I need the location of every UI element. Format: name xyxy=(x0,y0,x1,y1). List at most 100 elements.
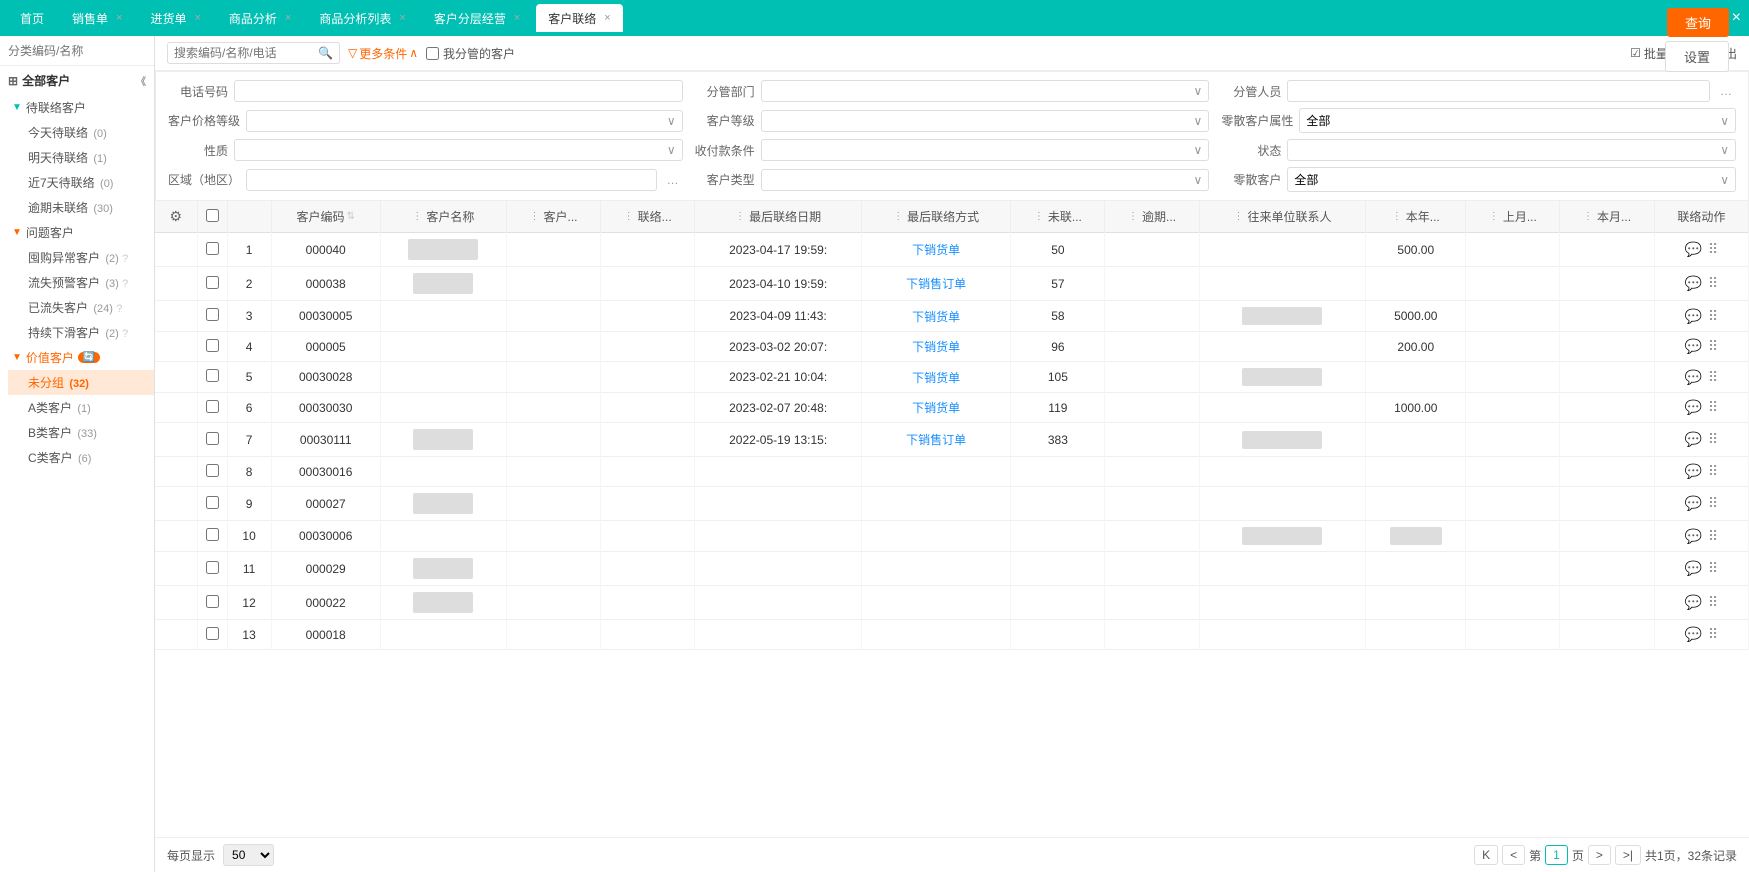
row-checkbox[interactable] xyxy=(206,400,219,413)
sidebar-item-overdue[interactable]: 逾期未联络 (30) xyxy=(8,195,154,220)
more-icon[interactable]: ⠿ xyxy=(1708,495,1718,512)
prev-page-btn[interactable]: < xyxy=(1502,845,1525,865)
more-icon[interactable]: ⠿ xyxy=(1708,399,1718,416)
col-last-date[interactable]: ⋮最后联络日期 xyxy=(695,201,862,233)
more-icon[interactable]: ⠿ xyxy=(1708,275,1718,292)
row-checkbox[interactable] xyxy=(206,339,219,352)
tab-analysis-close[interactable]: × xyxy=(285,12,291,24)
contact-way-link[interactable]: 下销货单 xyxy=(912,243,960,257)
tab-purchase[interactable]: 进货单 × xyxy=(138,4,212,32)
contact-way-link[interactable]: 下销货单 xyxy=(912,340,960,354)
more-icon[interactable]: ⠿ xyxy=(1708,626,1718,643)
row-checkbox[interactable] xyxy=(206,595,219,608)
more-icon[interactable]: ⠿ xyxy=(1708,369,1718,386)
col-last-way[interactable]: ⋮最后联络方式 xyxy=(862,201,1011,233)
sidebar-item-7days[interactable]: 近7天待联络 (0) xyxy=(8,170,154,195)
contact-way-link[interactable]: 下销货单 xyxy=(912,310,960,324)
sidebar-item-abnormal[interactable]: 囤购异常客户 (2) ? xyxy=(8,245,154,270)
col-name[interactable]: ⋮客户名称 xyxy=(380,201,506,233)
row-checkbox[interactable] xyxy=(206,528,219,541)
message-icon[interactable]: 💬 xyxy=(1684,369,1701,386)
filter-search-icon[interactable]: 🔍 xyxy=(318,46,333,60)
col-type[interactable]: ⋮客户... xyxy=(506,201,600,233)
message-icon[interactable]: 💬 xyxy=(1684,308,1701,325)
sidebar-item-today[interactable]: 今天待联络 (0) xyxy=(8,120,154,145)
tab-customer-contact[interactable]: 客户联络 × xyxy=(536,4,622,32)
last-page-btn[interactable]: >| xyxy=(1615,845,1641,865)
sidebar-item-declining[interactable]: 持续下滑客户 (2) ? xyxy=(8,320,154,345)
row-checkbox[interactable] xyxy=(206,242,219,255)
message-icon[interactable]: 💬 xyxy=(1684,528,1701,545)
region-dots[interactable]: … xyxy=(663,173,683,187)
more-icon[interactable]: ⠿ xyxy=(1708,560,1718,577)
contact-way-link[interactable]: 下销售订单 xyxy=(906,433,966,447)
sparse-attr-select[interactable]: 全部 ∨ xyxy=(1299,108,1736,133)
dept-select[interactable]: ∨ xyxy=(761,80,1210,102)
row-checkbox[interactable] xyxy=(206,432,219,445)
row-checkbox[interactable] xyxy=(206,308,219,321)
message-icon[interactable]: 💬 xyxy=(1684,495,1701,512)
reset-button[interactable]: 设置 xyxy=(1665,41,1729,72)
region-input[interactable] xyxy=(246,169,657,191)
sidebar-pending-group[interactable]: ▼ 待联络客户 xyxy=(0,95,154,120)
row-checkbox[interactable] xyxy=(206,561,219,574)
more-icon[interactable]: ⠿ xyxy=(1708,528,1718,545)
nature-select[interactable]: ∨ xyxy=(234,139,683,161)
tab-analysis[interactable]: 商品分析 × xyxy=(217,4,303,32)
tab-customer-tier[interactable]: 客户分层经营 × xyxy=(422,4,532,32)
tab-analysis-list-close[interactable]: × xyxy=(399,12,405,24)
sidebar-problem-group[interactable]: ▼ 问题客户 xyxy=(0,220,154,245)
more-conditions-btn[interactable]: ▽ 更多条件 ∧ xyxy=(348,45,418,62)
sidebar-all-customers[interactable]: ⊞ 全部客户 《 xyxy=(0,66,154,95)
sidebar-item-tomorrow[interactable]: 明天待联络 (1) xyxy=(8,145,154,170)
tab-customer-tier-close[interactable]: × xyxy=(514,12,520,24)
tab-home[interactable]: 首页 xyxy=(8,4,56,32)
tab-sales-close[interactable]: × xyxy=(116,12,122,24)
sidebar-item-ungroup[interactable]: 未分组 (32) xyxy=(8,370,154,395)
first-page-btn[interactable]: K xyxy=(1474,845,1498,865)
col-uncontacted[interactable]: ⋮未联... xyxy=(1011,201,1105,233)
sidebar-item-class-c[interactable]: C类客户 (6) xyxy=(8,445,154,470)
tab-sales[interactable]: 销售单 × xyxy=(60,4,134,32)
more-icon[interactable]: ⠿ xyxy=(1708,431,1718,448)
customer-level-select[interactable]: ∨ xyxy=(761,110,1210,132)
sidebar-item-churned[interactable]: 已流失客户 (24) ? xyxy=(8,295,154,320)
contact-way-link[interactable]: 下销售订单 xyxy=(906,277,966,291)
more-icon[interactable]: ⠿ xyxy=(1708,241,1718,258)
col-this-month[interactable]: ⋮本月... xyxy=(1560,201,1654,233)
customer-type-select[interactable]: ∨ xyxy=(761,169,1210,191)
sidebar-item-churn-warning[interactable]: 流失预警客户 (3) ? xyxy=(8,270,154,295)
sidebar-item-class-b[interactable]: B类客户 (33) xyxy=(8,420,154,445)
col-code[interactable]: 客户编码⇅ xyxy=(271,201,380,233)
gear-icon[interactable]: ⚙ xyxy=(170,208,183,224)
more-icon[interactable]: ⠿ xyxy=(1708,338,1718,355)
message-icon[interactable]: 💬 xyxy=(1684,241,1701,258)
message-icon[interactable]: 💬 xyxy=(1684,560,1701,577)
tab-purchase-close[interactable]: × xyxy=(194,12,200,24)
message-icon[interactable]: 💬 xyxy=(1684,463,1701,480)
price-level-select[interactable]: ∨ xyxy=(246,110,683,132)
more-icon[interactable]: ⠿ xyxy=(1708,594,1718,611)
more-icon[interactable]: ⠿ xyxy=(1708,308,1718,325)
manager-dots[interactable]: … xyxy=(1716,84,1736,98)
payment-select[interactable]: ∨ xyxy=(761,139,1210,161)
page-size-select[interactable]: 50 100 200 xyxy=(223,844,274,866)
next-page-btn[interactable]: > xyxy=(1588,845,1611,865)
query-button[interactable]: 查询 xyxy=(1667,36,1729,37)
message-icon[interactable]: 💬 xyxy=(1684,338,1701,355)
tab-analysis-list[interactable]: 商品分析列表 × xyxy=(307,4,417,32)
col-contact[interactable]: ⋮联络... xyxy=(601,201,695,233)
row-checkbox[interactable] xyxy=(206,496,219,509)
col-last-month[interactable]: ⋮上月... xyxy=(1466,201,1560,233)
sidebar-search-input[interactable] xyxy=(8,44,155,58)
message-icon[interactable]: 💬 xyxy=(1684,431,1701,448)
manager-input[interactable] xyxy=(1287,80,1710,102)
row-checkbox[interactable] xyxy=(206,464,219,477)
col-this-year[interactable]: ⋮本年... xyxy=(1366,201,1466,233)
more-icon[interactable]: ⠿ xyxy=(1708,463,1718,480)
sidebar-item-class-a[interactable]: A类客户 (1) xyxy=(8,395,154,420)
sidebar-value-group[interactable]: ▼ 价值客户 🔄 xyxy=(0,345,154,370)
sparse-customer-select[interactable]: 全部 ∨ xyxy=(1287,167,1736,192)
col-trade-contact[interactable]: ⋮往来单位联系人 xyxy=(1199,201,1366,233)
tab-customer-contact-close[interactable]: × xyxy=(604,12,610,24)
